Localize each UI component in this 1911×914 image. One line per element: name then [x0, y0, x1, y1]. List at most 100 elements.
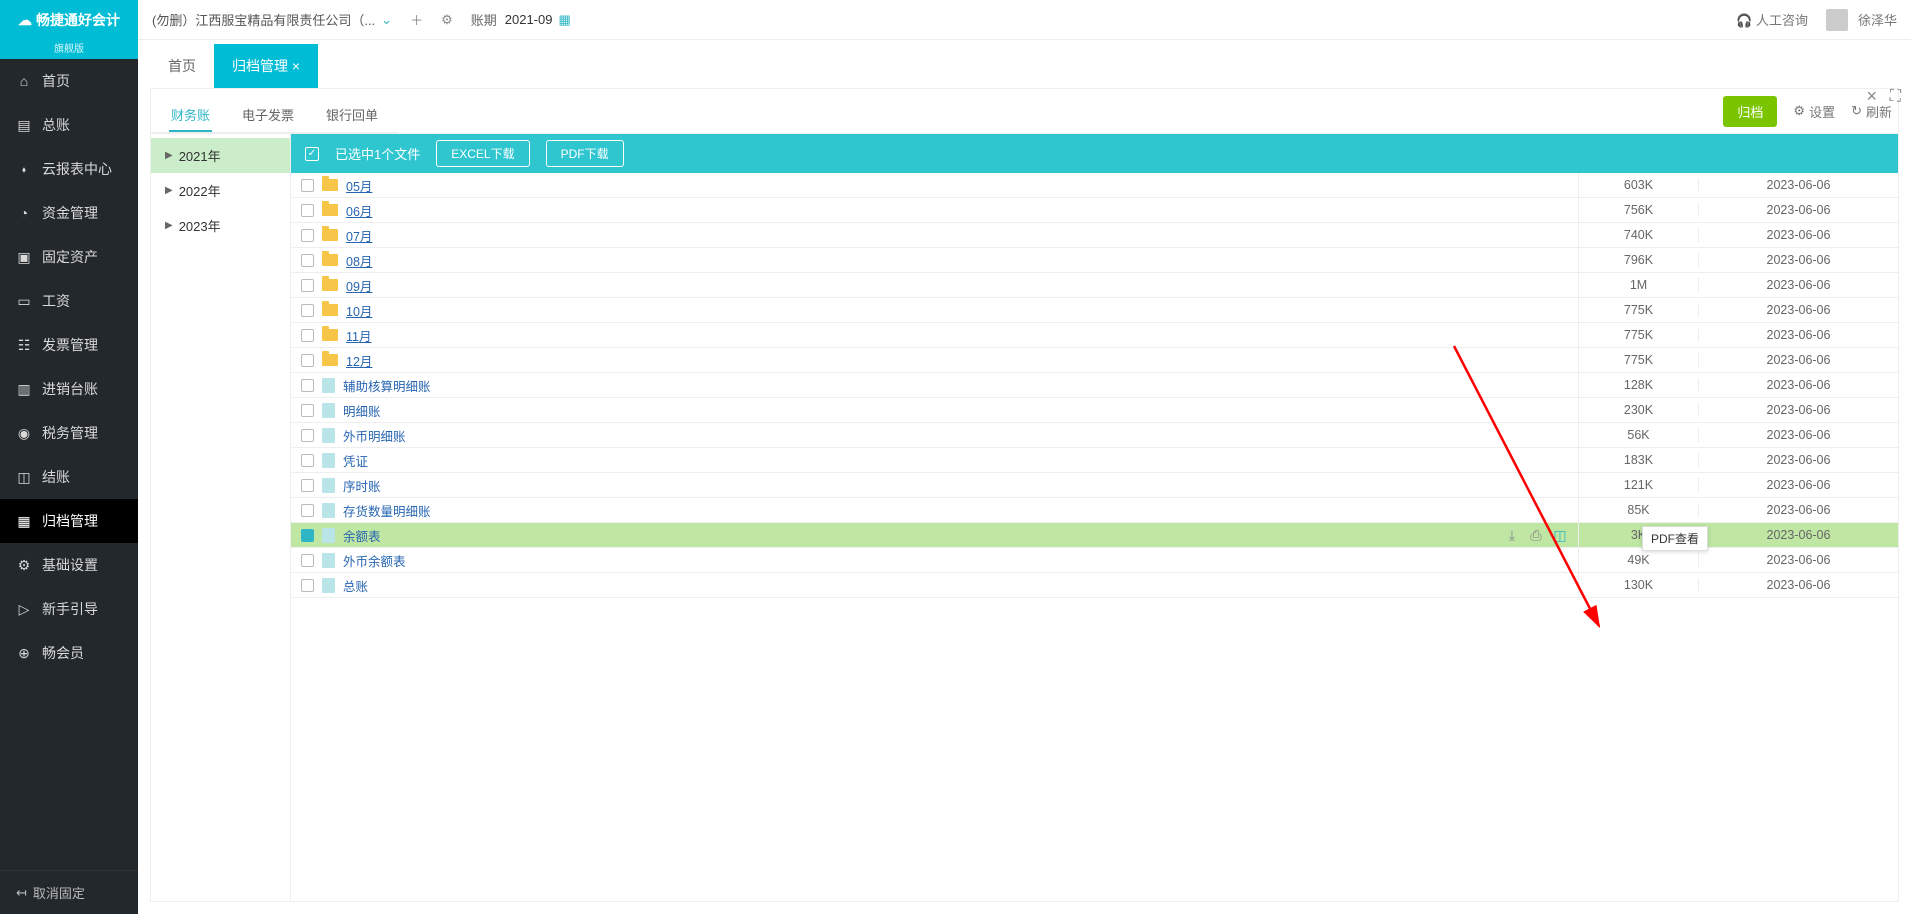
file-name[interactable]: 09月 [346, 276, 372, 295]
file-name[interactable]: 06月 [346, 201, 372, 220]
period-value[interactable]: 2021-09 [505, 12, 553, 27]
logo[interactable]: ☁ 畅捷通好会计 [0, 0, 138, 40]
row-checkbox[interactable] [301, 454, 314, 467]
nav-item-0[interactable]: ⌂首页 [0, 59, 138, 103]
file-date: 2023-06-06 [1698, 403, 1898, 417]
file-name[interactable]: 05月 [346, 176, 372, 195]
file-name[interactable]: 外币明细账 [343, 426, 406, 445]
year-item-1[interactable]: ▶2022年 [151, 173, 290, 208]
select-all-checkbox[interactable]: ✓ [305, 147, 319, 161]
file-name[interactable]: 辅助核算明细账 [343, 376, 431, 395]
table-row[interactable]: 06月756K2023-06-06 [291, 198, 1898, 223]
row-checkbox[interactable] [301, 329, 314, 342]
row-checkbox[interactable] [301, 554, 314, 567]
nav-item-2[interactable]: ⬪云报表中心 [0, 147, 138, 191]
nav-item-5[interactable]: ▭工资 [0, 279, 138, 323]
file-name[interactable]: 12月 [346, 351, 372, 370]
unpin-button[interactable]: ↤ 取消固定 [0, 870, 138, 914]
pdf-view-tooltip: PDF查看 [1642, 526, 1708, 551]
calendar-icon[interactable]: ▦ [558, 12, 570, 28]
folder-icon [322, 204, 338, 216]
nav-item-12[interactable]: ▷新手引导 [0, 587, 138, 631]
table-row[interactable]: 外币余额表49K2023-06-06 [291, 548, 1898, 573]
archive-button[interactable]: 归档 [1723, 96, 1777, 127]
row-checkbox[interactable] [301, 479, 314, 492]
table-row[interactable]: 08月796K2023-06-06 [291, 248, 1898, 273]
nav-label: 新手引导 [42, 599, 98, 619]
year-item-0[interactable]: ▶2021年 [151, 138, 290, 173]
user-menu[interactable]: 徐泽华 [1826, 9, 1897, 31]
file-name[interactable]: 序时账 [343, 476, 381, 495]
table-row[interactable]: 凭证183K2023-06-06 [291, 448, 1898, 473]
row-checkbox[interactable] [301, 254, 314, 267]
nav-item-3[interactable]: ◔资金管理 [0, 191, 138, 235]
year-item-2[interactable]: ▶2023年 [151, 208, 290, 243]
row-checkbox[interactable] [301, 404, 314, 417]
row-checkbox[interactable] [301, 204, 314, 217]
table-row[interactable]: 外币明细账56K2023-06-06 [291, 423, 1898, 448]
download-pdf-icon[interactable]: ⎙ [1528, 527, 1544, 543]
consult-link[interactable]: 🎧 人工咨询 [1736, 10, 1808, 29]
file-name[interactable]: 11月 [346, 326, 371, 345]
org-selector[interactable]: (勿删）江西服宝精品有限责任公司（... [152, 10, 375, 29]
file-name[interactable]: 凭证 [343, 451, 368, 470]
file-name[interactable]: 08月 [346, 251, 372, 270]
nav-item-4[interactable]: ▣固定资产 [0, 235, 138, 279]
avatar-icon [1826, 9, 1848, 31]
close-tab-icon[interactable]: × [1866, 86, 1877, 107]
gear-icon[interactable]: ⚙ [441, 12, 453, 28]
file-name[interactable]: 余额表 [343, 526, 381, 545]
row-checkbox[interactable] [301, 429, 314, 442]
chevron-down-icon[interactable]: ⌄ [381, 12, 392, 28]
add-icon[interactable]: ＋ [410, 10, 423, 29]
nav-item-10[interactable]: ▦归档管理 [0, 499, 138, 543]
table-row[interactable]: 10月775K2023-06-06 [291, 298, 1898, 323]
row-checkbox[interactable] [301, 229, 314, 242]
sub-tab-2[interactable]: 银行回单 [324, 99, 380, 132]
table-row[interactable]: 12月775K2023-06-06 [291, 348, 1898, 373]
table-row[interactable]: 05月603K2023-06-06 [291, 173, 1898, 198]
row-checkbox[interactable] [301, 304, 314, 317]
sub-tab-0[interactable]: 财务账 [169, 99, 212, 132]
row-checkbox[interactable] [301, 504, 314, 517]
main-tab-0[interactable]: 首页 [150, 44, 214, 88]
nav-item-7[interactable]: ▥进销台账 [0, 367, 138, 411]
table-row[interactable]: 存货数量明细账85K2023-06-06 [291, 498, 1898, 523]
main-tab-1[interactable]: 归档管理 × [214, 44, 318, 88]
file-name[interactable]: 10月 [346, 301, 372, 320]
row-checkbox[interactable] [301, 279, 314, 292]
view-pdf-icon[interactable]: ◫ [1552, 527, 1568, 543]
sub-tab-1[interactable]: 电子发票 [240, 99, 296, 132]
table-row[interactable]: 总账130K2023-06-06 [291, 573, 1898, 598]
table-row[interactable]: 09月1M2023-06-06 [291, 273, 1898, 298]
nav-item-1[interactable]: ▤总账 [0, 103, 138, 147]
table-row[interactable]: 11月775K2023-06-06 [291, 323, 1898, 348]
nav-item-8[interactable]: ◉税务管理 [0, 411, 138, 455]
download-excel-button[interactable]: EXCEL下载 [436, 140, 529, 167]
nav-item-9[interactable]: ◫结账 [0, 455, 138, 499]
file-size: 756K [1578, 198, 1698, 222]
nav-item-11[interactable]: ⚙基础设置 [0, 543, 138, 587]
file-name[interactable]: 07月 [346, 226, 372, 245]
file-name[interactable]: 外币余额表 [343, 551, 406, 570]
row-checkbox[interactable] [301, 179, 314, 192]
table-row[interactable]: 07月740K2023-06-06 [291, 223, 1898, 248]
table-row[interactable]: 明细账230K2023-06-06 [291, 398, 1898, 423]
nav-item-13[interactable]: ⊕畅会员 [0, 631, 138, 675]
table-row[interactable]: 序时账121K2023-06-06 [291, 473, 1898, 498]
file-name[interactable]: 总账 [343, 576, 368, 595]
nav-item-6[interactable]: ☷发票管理 [0, 323, 138, 367]
nav-label: 归档管理 [42, 511, 98, 531]
download-excel-icon[interactable]: ⤓ [1504, 527, 1520, 543]
row-checkbox[interactable] [301, 354, 314, 367]
fullscreen-icon[interactable]: ⛶ [1890, 88, 1901, 106]
row-checkbox[interactable] [301, 579, 314, 592]
file-name[interactable]: 明细账 [343, 401, 381, 420]
settings-link[interactable]: ⚙设置 [1793, 102, 1835, 121]
row-checkbox[interactable] [301, 529, 314, 542]
download-pdf-button[interactable]: PDF下载 [546, 140, 624, 167]
row-checkbox[interactable] [301, 379, 314, 392]
nav-label: 基础设置 [42, 555, 98, 575]
file-name[interactable]: 存货数量明细账 [343, 501, 431, 520]
table-row[interactable]: 辅助核算明细账128K2023-06-06 [291, 373, 1898, 398]
